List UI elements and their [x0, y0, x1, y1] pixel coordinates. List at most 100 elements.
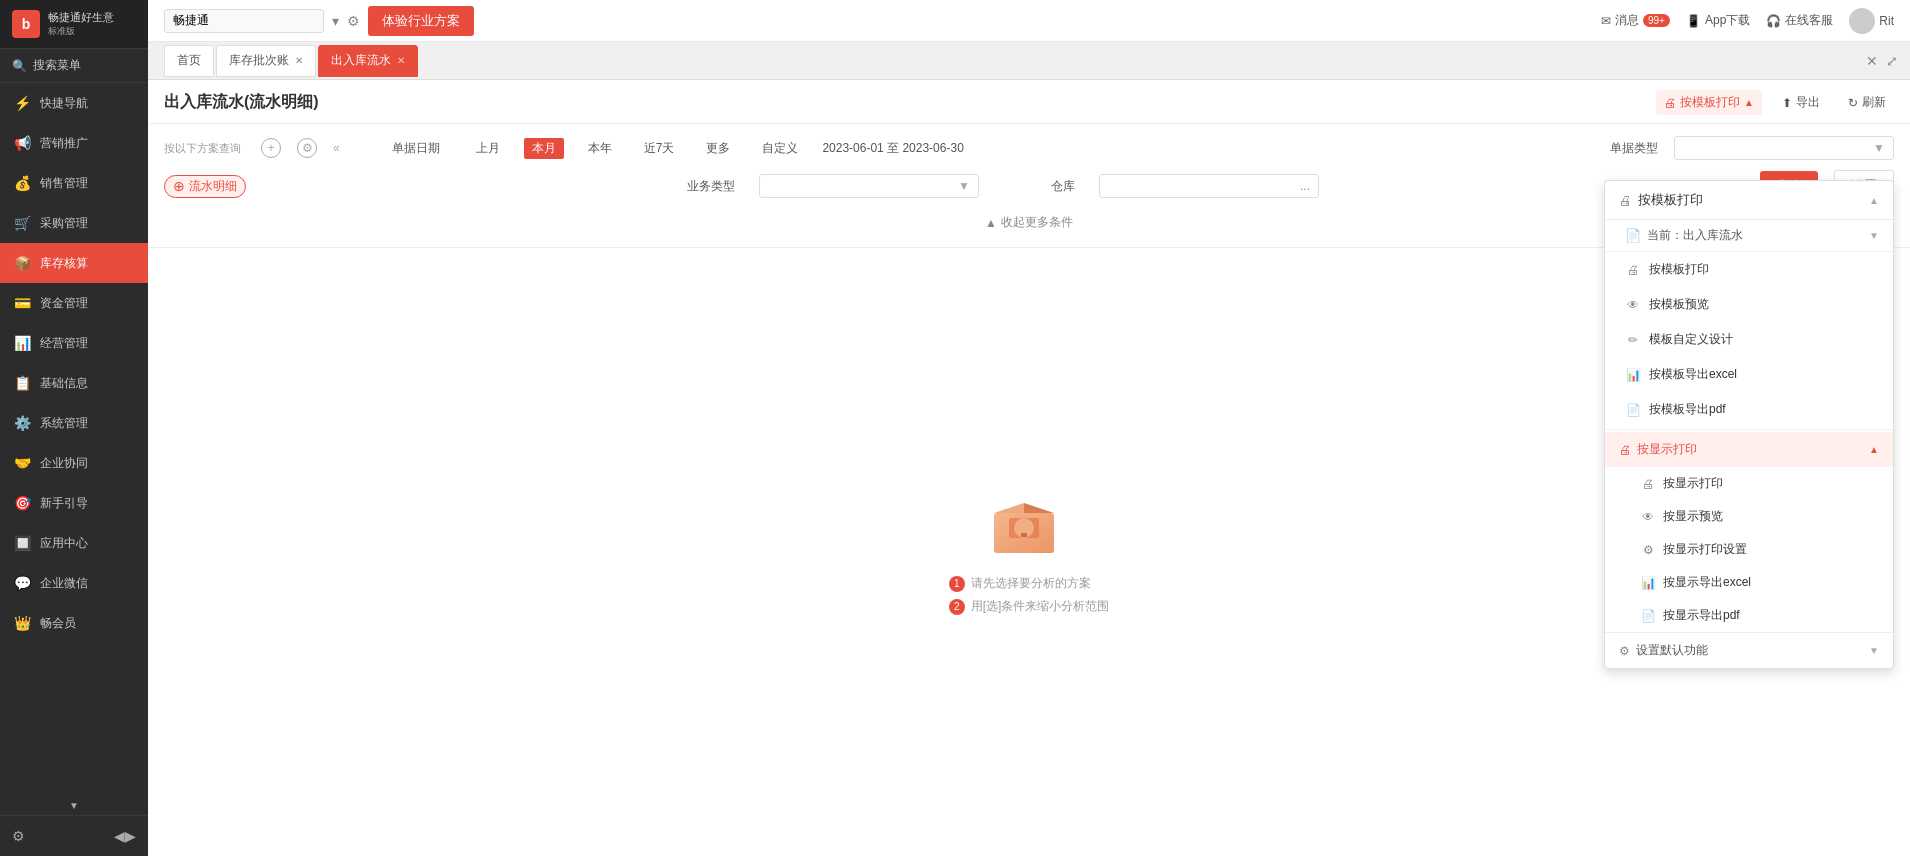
template-custom-icon: ✏: [1625, 332, 1641, 348]
collapse-more-button[interactable]: ▲ 收起更多条件: [985, 214, 1073, 231]
tab-flow-close[interactable]: ✕: [397, 55, 405, 66]
sales-icon: 💰: [12, 173, 32, 193]
sidebar-item-newbie[interactable]: 🎯 新手引导: [0, 483, 148, 523]
filter-date-last-month[interactable]: 上月: [468, 138, 508, 159]
sidebar-item-system[interactable]: ⚙️ 系统管理: [0, 403, 148, 443]
sidebar-item-basic[interactable]: 📋 基础信息: [0, 363, 148, 403]
print-dropdown-panel: 🖨 按模板打印 ▲ 📄 当前：出入库流水 ▼ 🖨 按模板打印 👁: [1604, 180, 1894, 669]
biz-select-arrow-icon: ▼: [958, 179, 970, 193]
finance-icon: 💳: [12, 293, 32, 313]
display-pdf-icon: 📄: [1641, 609, 1655, 623]
avatar-image: [1849, 8, 1875, 34]
sidebar-item-inventory[interactable]: 📦 库存核算: [0, 243, 148, 283]
inventory-icon: 📦: [12, 253, 32, 273]
dropdown-item-template-print[interactable]: 🖨 按模板打印: [1605, 252, 1893, 287]
industry-solution-button[interactable]: 体验行业方案: [368, 6, 474, 36]
dropdown-display-excel[interactable]: 📊 按显示导出excel: [1605, 566, 1893, 599]
basic-icon: 📋: [12, 373, 32, 393]
dropdown-item-template-custom[interactable]: ✏ 模板自定义设计: [1605, 322, 1893, 357]
filter-active-tag[interactable]: ⊕ 流水明细: [164, 175, 246, 198]
filter-date-7days[interactable]: 近7天: [636, 138, 683, 159]
svg-rect-5: [1021, 533, 1027, 537]
newbie-icon: 🎯: [12, 493, 32, 513]
warehouse-more-icon[interactable]: ...: [1300, 179, 1310, 193]
purchase-icon: 🛒: [12, 213, 32, 233]
search-input[interactable]: [164, 9, 324, 33]
filter-document-type-select[interactable]: ▼: [1674, 136, 1894, 160]
sidebar-scroll-down[interactable]: ▼: [0, 796, 148, 815]
filter-settings-button[interactable]: ⚙: [297, 138, 317, 158]
sidebar-footer: ⚙ ◀▶: [0, 815, 148, 856]
filter-date-current-month[interactable]: 本月: [524, 138, 564, 159]
empty-state-icon: [979, 483, 1079, 563]
template-pdf-icon: 📄: [1625, 402, 1641, 418]
header-left: ▾ ⚙ 体验行业方案: [164, 6, 474, 36]
sidebar-settings-icon[interactable]: ⚙: [12, 828, 25, 844]
sidebar-item-shortcut[interactable]: ⚡ 快捷导航: [0, 83, 148, 123]
empty-tips: 1 请先选择要分析的方案 2 用[选]条件来缩小分析范围: [949, 575, 1110, 621]
dropdown-item-template-pdf[interactable]: 📄 按模板导出pdf: [1605, 392, 1893, 427]
print-template-button[interactable]: 🖨 按模板打印 ▲: [1656, 90, 1762, 115]
dropdown-display-print-settings[interactable]: ⚙ 按显示打印设置: [1605, 533, 1893, 566]
shortcut-icon: ⚡: [12, 93, 32, 113]
headset-icon: 🎧: [1766, 14, 1781, 28]
filter-row-1: 按以下方案查询 + ⚙ « 单据日期 上月 本月 本年 近7天 更多 自定义: [164, 136, 1894, 160]
sidebar-item-purchase[interactable]: 🛒 采购管理: [0, 203, 148, 243]
dropdown-display-pdf[interactable]: 📄 按显示导出pdf: [1605, 599, 1893, 632]
app-download-button[interactable]: 📱 App下载: [1686, 12, 1750, 29]
sidebar-item-vip[interactable]: 👑 畅会员: [0, 603, 148, 643]
sidebar-item-cooperation[interactable]: 🤝 企业协同: [0, 443, 148, 483]
operation-icon: 📊: [12, 333, 32, 353]
dropdown-display-section-header[interactable]: 🖨 按显示打印 ▲: [1605, 432, 1893, 467]
print-icon: 🖨: [1664, 96, 1676, 110]
filter-collapse-button[interactable]: «: [333, 141, 340, 155]
export-button[interactable]: ⬆ 导出: [1774, 90, 1828, 115]
app-logo-icon: b: [12, 10, 40, 38]
tab-flow[interactable]: 出入库流水 ✕: [318, 45, 418, 77]
sidebar-item-finance[interactable]: 💳 资金管理: [0, 283, 148, 323]
empty-state: 1 请先选择要分析的方案 2 用[选]条件来缩小分析范围: [949, 483, 1110, 621]
filter-warehouse-select[interactable]: ...: [1099, 174, 1319, 198]
export-icon: ⬆: [1782, 96, 1792, 110]
page-content-wrapper: 出入库流水(流水明细) 🖨 按模板打印 ▲ ⬆ 导出 ↻ 刷新: [148, 80, 1910, 856]
sidebar-collapse-icon[interactable]: ◀▶: [114, 828, 136, 844]
dropdown-footer[interactable]: ⚙ 设置默认功能 ▼: [1605, 632, 1893, 668]
filter-date-custom[interactable]: 自定义: [754, 138, 806, 159]
display-section-arrow: ▲: [1869, 444, 1879, 455]
sidebar-item-appcenter[interactable]: 🔲 应用中心: [0, 523, 148, 563]
message-button[interactable]: ✉ 消息 99+: [1601, 12, 1670, 29]
print-arrow-up-icon: ▲: [1744, 97, 1754, 108]
user-avatar[interactable]: Rit: [1849, 8, 1894, 34]
wechat-icon: 💬: [12, 573, 32, 593]
tab-batch-close[interactable]: ✕: [295, 55, 303, 66]
sidebar-item-sales[interactable]: 💰 销售管理: [0, 163, 148, 203]
dropdown-item-template-excel[interactable]: 📊 按模板导出excel: [1605, 357, 1893, 392]
settings-icon[interactable]: ⚙: [347, 13, 360, 29]
display-settings-icon: ⚙: [1641, 543, 1655, 557]
filter-add-button[interactable]: +: [261, 138, 281, 158]
vip-icon: 👑: [12, 613, 32, 633]
dropdown-display-preview[interactable]: 👁 按显示预览: [1605, 500, 1893, 533]
window-maximize-button[interactable]: ⤢: [1886, 53, 1898, 69]
system-icon: ⚙️: [12, 413, 32, 433]
online-service-button[interactable]: 🎧 在线客服: [1766, 12, 1833, 29]
tab-batch[interactable]: 库存批次账 ✕: [216, 45, 316, 77]
dropdown-current-template[interactable]: 📄 当前：出入库流水 ▼: [1605, 220, 1893, 252]
refresh-button[interactable]: ↻ 刷新: [1840, 90, 1894, 115]
sidebar-search[interactable]: 🔍 搜索菜单: [0, 49, 148, 83]
dropdown-arrow-icon[interactable]: ▾: [332, 13, 339, 29]
tab-home[interactable]: 首页: [164, 45, 214, 77]
filter-date-current-year[interactable]: 本年: [580, 138, 620, 159]
display-print-icon: 🖨: [1641, 477, 1655, 491]
window-close-button[interactable]: ✕: [1866, 53, 1878, 69]
message-badge: 99+: [1643, 14, 1670, 27]
sidebar-item-wechat[interactable]: 💬 企业微信: [0, 563, 148, 603]
sidebar-item-operation[interactable]: 📊 经营管理: [0, 323, 148, 363]
filter-biz-type-select[interactable]: ▼: [759, 174, 979, 198]
filter-date-more[interactable]: 更多: [698, 138, 738, 159]
page-title: 出入库流水(流水明细): [164, 92, 319, 113]
gear-icon: ⚙: [302, 141, 313, 155]
sidebar-item-marketing[interactable]: 📢 营销推广: [0, 123, 148, 163]
dropdown-item-template-preview[interactable]: 👁 按模板预览: [1605, 287, 1893, 322]
dropdown-display-print[interactable]: 🖨 按显示打印: [1605, 467, 1893, 500]
